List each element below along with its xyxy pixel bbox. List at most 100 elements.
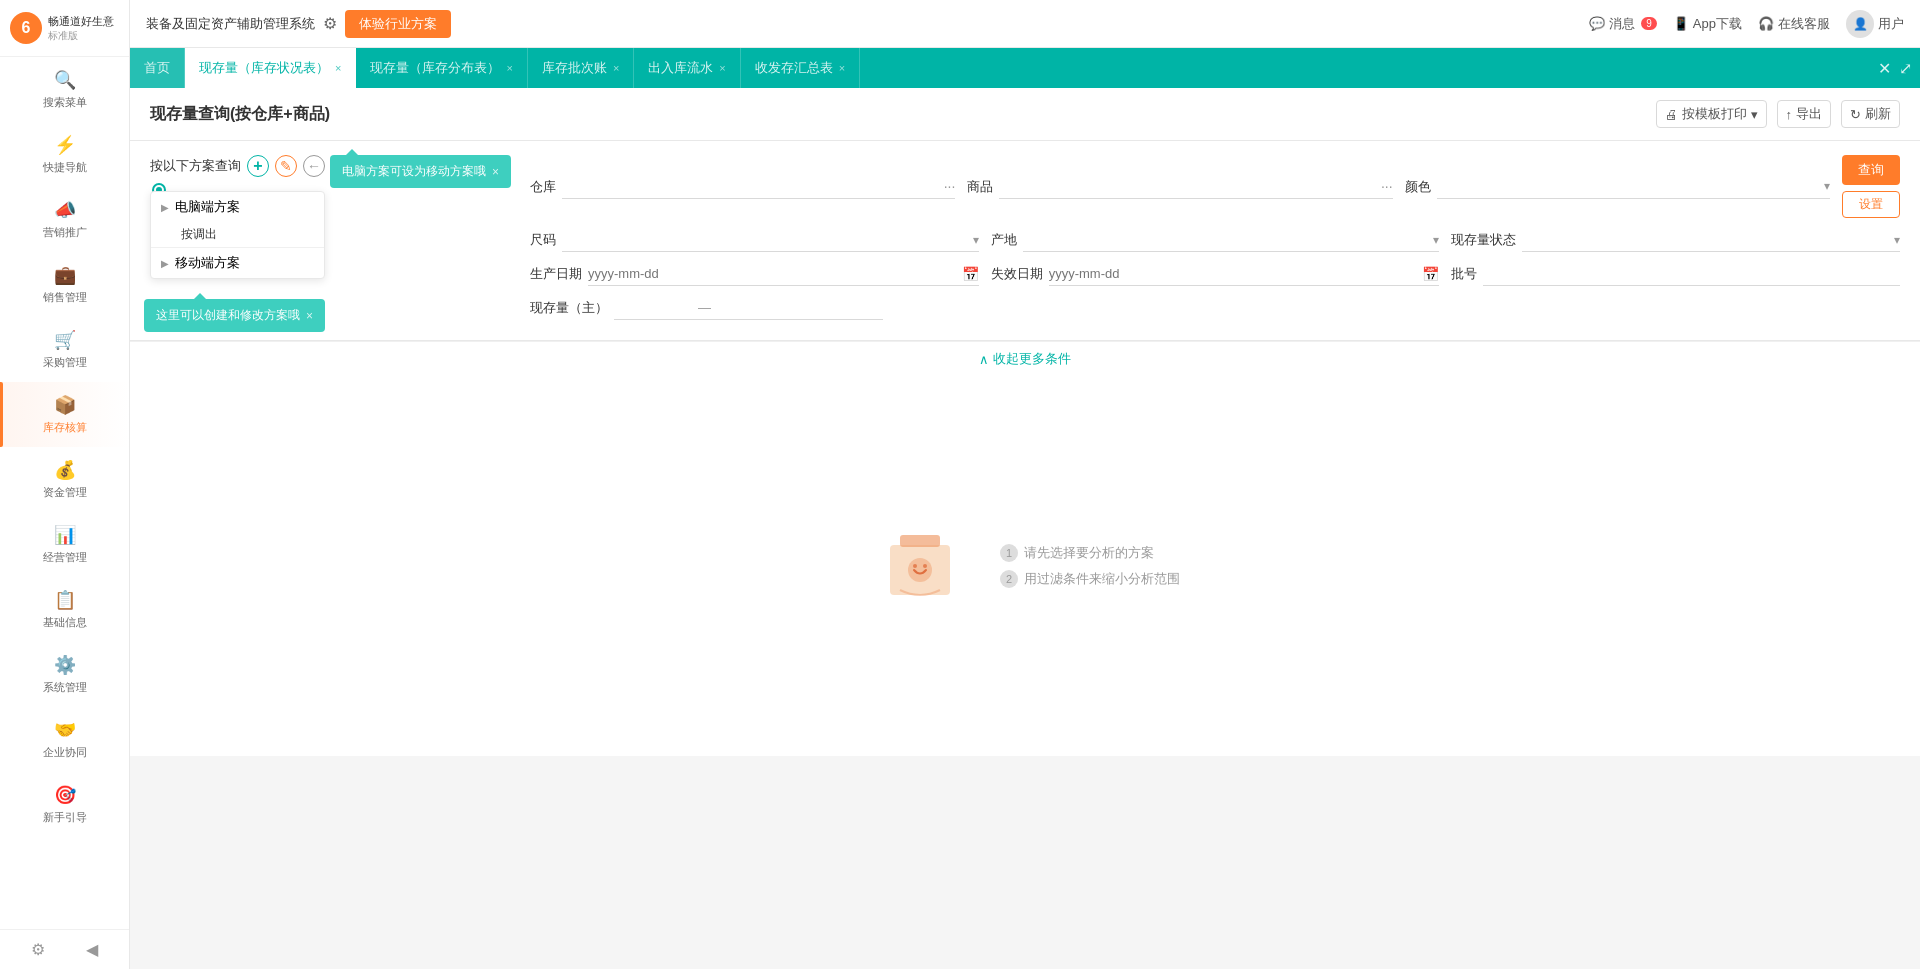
size-input[interactable]: [562, 228, 973, 251]
purchase-icon: 🛒: [54, 329, 76, 351]
desktop-scheme-section[interactable]: ▶ 电脑端方案: [151, 192, 324, 222]
sidebar-item-marketing[interactable]: 📣 营销推广: [0, 187, 129, 252]
header-right: 💬 消息 9 📱 App下载 🎧 在线客服 👤 用户: [1589, 10, 1904, 38]
filter-col-size: 尺码 ▾: [530, 228, 979, 252]
message-btn[interactable]: 💬 消息 9: [1589, 15, 1657, 33]
logo-text: 畅通道好生意 标准版: [48, 14, 114, 41]
tooltip-scheme: 电脑方案可设为移动方案哦 ×: [330, 155, 511, 188]
filter-col-batch-no: 批号: [1451, 262, 1900, 286]
operations-icon: 📊: [54, 524, 76, 546]
query-btn[interactable]: 查询: [1842, 155, 1900, 185]
sidebar-bottom: ⚙ ◀: [0, 929, 129, 969]
sidebar-item-basic-info[interactable]: 📋 基础信息: [0, 577, 129, 642]
goods-input-wrap: ···: [999, 175, 1392, 199]
tab-close-inout-flow[interactable]: ×: [719, 62, 725, 74]
tab-inventory-dist[interactable]: 现存量（库存分布表） ×: [356, 48, 527, 88]
stock-qty-min-input[interactable]: [614, 296, 694, 319]
settings-bottom-icon[interactable]: ⚙: [31, 940, 45, 959]
origin-dropdown-icon[interactable]: ▾: [1433, 233, 1439, 247]
export-icon: ↑: [1786, 107, 1793, 122]
tab-batch-ledger[interactable]: 库存批次账 ×: [528, 48, 634, 88]
page-content: 现存量查询(按仓库+商品) 🖨 按模板打印 ▾ ↑ 导出 ↻ 刷新: [130, 88, 1920, 969]
settings-icon[interactable]: ⚙: [323, 14, 337, 33]
print-btn[interactable]: 🖨 按模板打印 ▾: [1656, 100, 1767, 128]
size-dropdown-icon[interactable]: ▾: [973, 233, 979, 247]
stock-status-dropdown-icon[interactable]: ▾: [1894, 233, 1900, 247]
collapse-sidebar-icon[interactable]: ◀: [86, 940, 98, 959]
export-btn[interactable]: ↑ 导出: [1777, 100, 1832, 128]
mobile-scheme-section[interactable]: ▶ 移动端方案: [151, 247, 324, 278]
system-icon: ⚙️: [54, 654, 76, 676]
user-btn[interactable]: 👤 用户: [1846, 10, 1904, 38]
fullscreen-icon[interactable]: ⤢: [1899, 59, 1912, 78]
reset-btn[interactable]: 设置: [1842, 191, 1900, 218]
tooltip1-close[interactable]: ×: [492, 165, 499, 179]
print-dropdown-icon: ▾: [1751, 107, 1758, 122]
filter-row-4: 现存量（主） —: [530, 296, 1900, 320]
app-download-btn[interactable]: 📱 App下载: [1673, 15, 1742, 33]
stock-qty-max-input[interactable]: [715, 296, 883, 319]
tab-close-inventory-dist[interactable]: ×: [506, 62, 512, 74]
sidebar-item-operations[interactable]: 📊 经营管理: [0, 512, 129, 577]
tab-home[interactable]: 首页: [130, 48, 185, 88]
produce-date-input[interactable]: [588, 262, 962, 285]
industry-btn[interactable]: 体验行业方案: [345, 10, 451, 38]
system-title: 装备及固定资产辅助管理系统: [146, 15, 315, 33]
stock-status-input[interactable]: [1522, 228, 1894, 251]
sidebar-item-system[interactable]: ⚙️ 系统管理: [0, 642, 129, 707]
sidebar-item-search-menu[interactable]: 🔍 搜索菜单: [0, 57, 129, 122]
edit-scheme-btn[interactable]: ✎: [275, 155, 297, 177]
tab-close-receive-summary[interactable]: ×: [839, 62, 845, 74]
sidebar-item-finance[interactable]: 💰 资金管理: [0, 447, 129, 512]
tab-inventory-status[interactable]: 现存量（库存状况表） ×: [185, 48, 356, 88]
origin-input[interactable]: [1023, 228, 1434, 251]
quick-nav-icon: ⚡: [54, 134, 76, 156]
filter-col-goods: 商品 ···: [967, 175, 1392, 199]
sidebar-item-guide[interactable]: 🎯 新手引导: [0, 772, 129, 837]
filter-area: 按以下方案查询 + ✎ ← ▶ 电脑端方案: [130, 141, 1920, 341]
sales-icon: 💼: [54, 264, 76, 286]
tab-receive-summary[interactable]: 收发存汇总表 ×: [741, 48, 860, 88]
page-actions: 🖨 按模板打印 ▾ ↑ 导出 ↻ 刷新: [1656, 100, 1901, 140]
refresh-btn[interactable]: ↻ 刷新: [1841, 100, 1900, 128]
filter-col-warehouse: 仓库 ···: [530, 175, 955, 199]
online-support-btn[interactable]: 🎧 在线客服: [1758, 15, 1830, 33]
close-all-tabs-icon[interactable]: ✕: [1878, 59, 1891, 78]
scheme-item-export[interactable]: 按调出: [151, 222, 324, 247]
tooltip2-close[interactable]: ×: [306, 309, 313, 323]
tab-inout-flow[interactable]: 出入库流水 ×: [634, 48, 740, 88]
origin-select-wrap: ▾: [1023, 228, 1440, 252]
collapse-row[interactable]: ∧ 收起更多条件: [130, 341, 1920, 376]
filter-col-produce-date: 生产日期 📅: [530, 262, 979, 286]
batch-no-input[interactable]: [1483, 262, 1900, 285]
sidebar-item-purchase[interactable]: 🛒 采购管理: [0, 317, 129, 382]
tooltip-create-scheme: 这里可以创建和修改方案哦 ×: [144, 299, 325, 332]
color-dropdown-icon[interactable]: ▾: [1824, 179, 1830, 193]
stock-qty-separator: —: [694, 300, 715, 315]
expire-date-input[interactable]: [1049, 262, 1423, 285]
warehouse-more-icon[interactable]: ···: [944, 178, 956, 194]
collapse-up-icon: ∧: [979, 352, 989, 367]
tab-close-inventory-status[interactable]: ×: [335, 62, 341, 74]
sidebar-item-quick-nav[interactable]: ⚡ 快捷导航: [0, 122, 129, 187]
message-badge: 9: [1641, 17, 1657, 30]
avatar: 👤: [1846, 10, 1874, 38]
expire-date-calendar-icon[interactable]: 📅: [1422, 266, 1439, 282]
sidebar-item-inventory[interactable]: 📦 库存核算: [0, 382, 129, 447]
svg-point-3: [913, 564, 917, 568]
color-input[interactable]: [1437, 175, 1824, 198]
svg-point-2: [908, 558, 932, 582]
page-title: 现存量查询(按仓库+商品): [150, 104, 330, 137]
goods-input[interactable]: [999, 175, 1381, 198]
warehouse-input[interactable]: [562, 175, 944, 198]
size-select-wrap: ▾: [562, 228, 979, 252]
back-scheme-btn[interactable]: ←: [303, 155, 325, 177]
sidebar-item-cooperation[interactable]: 🤝 企业协同: [0, 707, 129, 772]
tab-close-batch-ledger[interactable]: ×: [613, 62, 619, 74]
desktop-scheme-label: 电脑端方案: [175, 198, 240, 216]
produce-date-calendar-icon[interactable]: 📅: [962, 266, 979, 282]
main-content: 装备及固定资产辅助管理系统 ⚙ 体验行业方案 💬 消息 9 📱 App下载 🎧 …: [130, 0, 1920, 969]
goods-more-icon[interactable]: ···: [1381, 178, 1393, 194]
sidebar-item-sales[interactable]: 💼 销售管理: [0, 252, 129, 317]
add-scheme-btn[interactable]: +: [247, 155, 269, 177]
